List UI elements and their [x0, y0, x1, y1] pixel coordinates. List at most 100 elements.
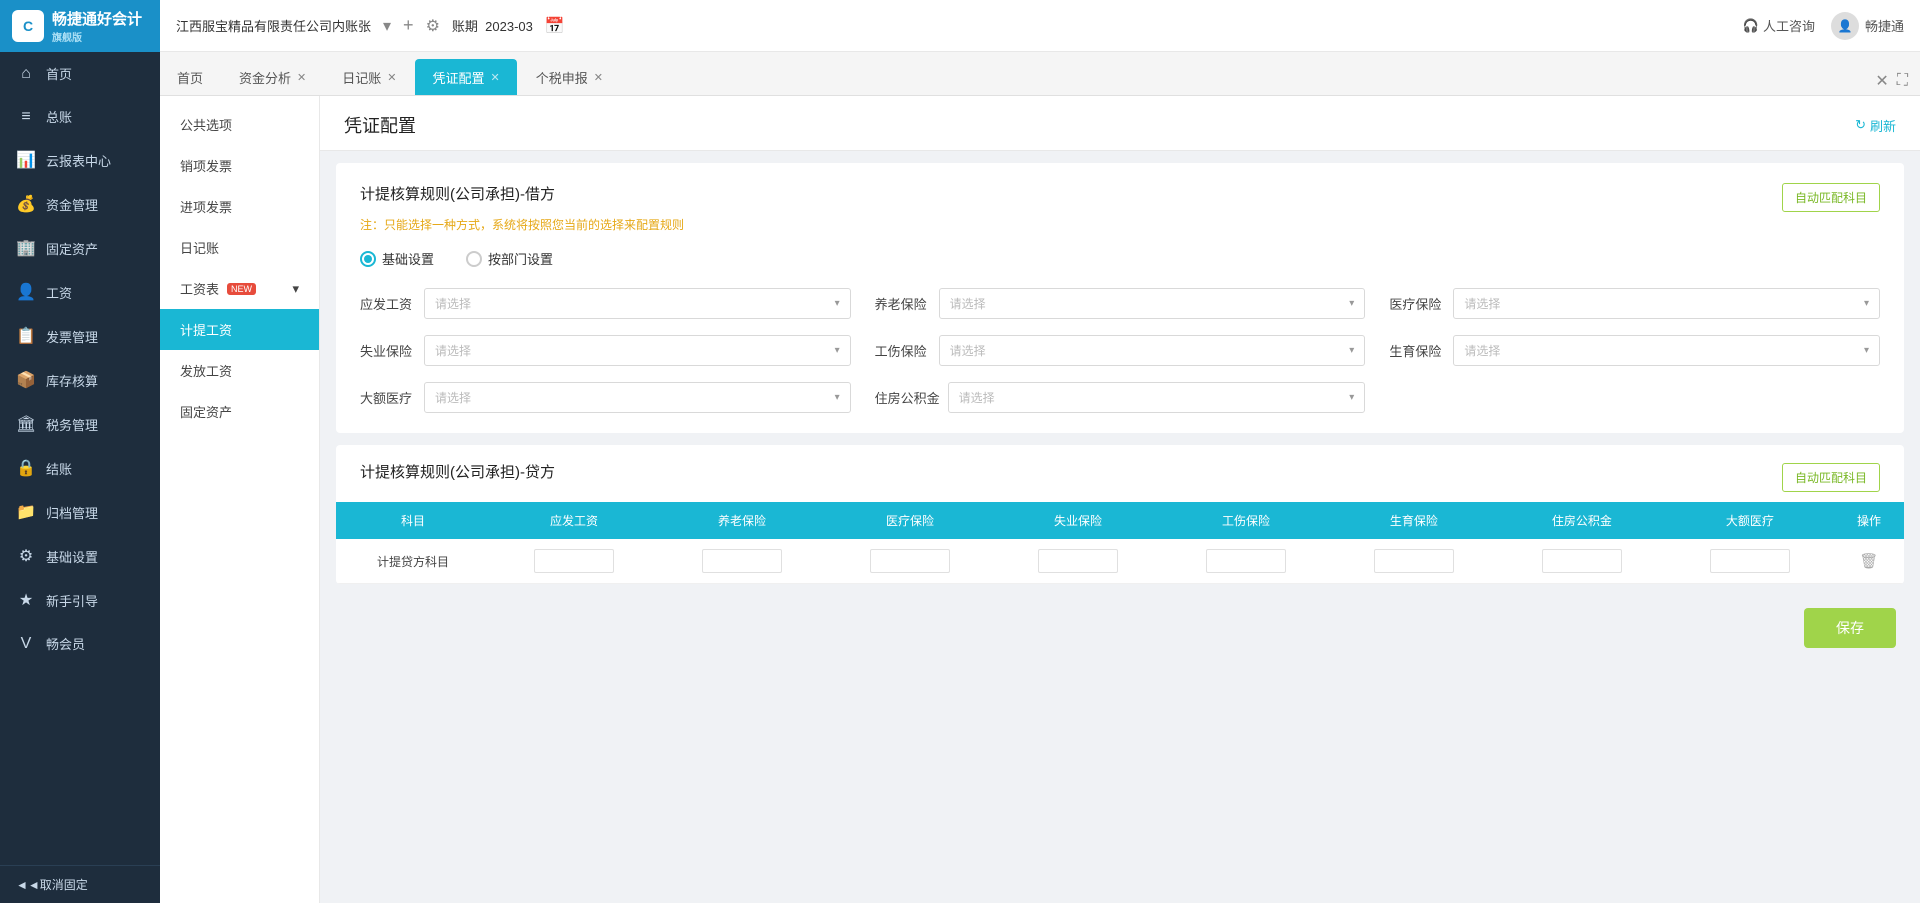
close-tab-icon[interactable]: ✕	[1875, 71, 1888, 91]
input-shiye[interactable]	[1038, 549, 1118, 573]
sub-item-calc-salary[interactable]: 计提工资	[160, 309, 319, 350]
tab-tax[interactable]: 个税申报 ✕	[519, 59, 620, 95]
sidebar-item-archive[interactable]: 📁 归档管理	[0, 490, 160, 534]
select-daeliao[interactable]: 请选择 ▾	[424, 382, 851, 413]
input-yiliao[interactable]	[870, 549, 950, 573]
sub-item-sales-invoice[interactable]: 销项发票	[160, 145, 319, 186]
dropdown-icon[interactable]: ▾	[383, 16, 391, 36]
unpin-button[interactable]: ◄◄取消固定	[0, 865, 160, 903]
tab-voucher-config-close[interactable]: ✕	[491, 71, 500, 84]
sidebar-item-assets[interactable]: 🏢 固定资产	[0, 226, 160, 270]
sidebar-item-ledger[interactable]: ≡ 总账	[0, 95, 160, 138]
tab-capital[interactable]: 资金分析 ✕	[222, 59, 323, 95]
cell-gongshang[interactable]	[1162, 539, 1330, 584]
sub-item-pay-salary[interactable]: 发放工资	[160, 350, 319, 391]
tab-tax-close[interactable]: ✕	[594, 71, 603, 84]
page-content: 凭证配置 ↻ 刷新 计提核算规则(公司承担)-借方 注：只能选择一种方式，系统将…	[320, 96, 1920, 903]
input-gongshang[interactable]	[1206, 549, 1286, 573]
tab-capital-close[interactable]: ✕	[297, 71, 306, 84]
sidebar-item-reports[interactable]: 📊 云报表中心	[0, 138, 160, 182]
content-area: 公共选项 销项发票 进项发票 日记账 工资表 NEW ▾ 计提工资	[160, 96, 1920, 903]
radio-dept-label: 按部门设置	[488, 249, 553, 268]
expand-icon[interactable]: ⛶	[1897, 72, 1908, 90]
cell-zhufang[interactable]	[1498, 539, 1666, 584]
select-shengyu[interactable]: 请选择 ▾	[1453, 335, 1880, 366]
sidebar-item-guide[interactable]: ★ 新手引导	[0, 578, 160, 622]
select-yiliao[interactable]: 请选择 ▾	[1453, 288, 1880, 319]
select-shiye[interactable]: 请选择 ▾	[424, 335, 851, 366]
sidebar-item-invoice[interactable]: 📋 发票管理	[0, 314, 160, 358]
tab-voucher-config[interactable]: 凭证配置 ✕	[415, 59, 516, 95]
input-daeliao[interactable]	[1710, 549, 1790, 573]
cell-subject-label: 计提贷方科目	[336, 539, 490, 584]
th-yiliao: 医疗保险	[826, 502, 994, 539]
select-yingfa[interactable]: 请选择 ▾	[424, 288, 851, 319]
tab-home[interactable]: 首页	[160, 59, 220, 95]
th-gongshang: 工伤保险	[1162, 502, 1330, 539]
cell-yanglao[interactable]	[658, 539, 826, 584]
input-yanglao[interactable]	[702, 549, 782, 573]
sub-item-purchase-invoice[interactable]: 进项发票	[160, 186, 319, 227]
sub-item-common-label: 公共选项	[180, 118, 232, 133]
sidebar-item-label: 基础设置	[46, 547, 98, 566]
sidebar-item-label: 首页	[46, 64, 72, 83]
debit-form-row-3: 大额医疗 请选择 ▾ 住房公积金 请选择 ▾	[360, 382, 1880, 413]
cell-yiliao[interactable]	[826, 539, 994, 584]
cell-shiye[interactable]	[994, 539, 1162, 584]
input-yingfa[interactable]	[534, 549, 614, 573]
select-zhufang[interactable]: 请选择 ▾	[948, 382, 1366, 413]
sub-item-journal[interactable]: 日记账	[160, 227, 319, 268]
radio-dept[interactable]: 按部门设置	[466, 249, 553, 268]
radio-basic[interactable]: 基础设置	[360, 249, 434, 268]
form-item-daeliao: 大额医疗 请选择 ▾	[360, 382, 851, 413]
sidebar-item-label: 资金管理	[46, 195, 98, 214]
sub-item-salary-table[interactable]: 工资表 NEW ▾	[160, 268, 319, 309]
select-yanglao[interactable]: 请选择 ▾	[939, 288, 1366, 319]
settings-icon: ⚙	[16, 546, 36, 566]
sidebar-item-label: 新手引导	[46, 591, 98, 610]
topbar-right: 🎧 人工咨询 👤 畅捷通	[1743, 12, 1904, 40]
tab-journal[interactable]: 日记账 ✕	[325, 59, 413, 95]
chevron-daeliao-icon: ▾	[835, 392, 840, 403]
tab-tax-label: 个税申报	[536, 68, 588, 87]
th-subject: 科目	[336, 502, 490, 539]
tab-journal-close[interactable]: ✕	[387, 71, 396, 84]
th-action: 操作	[1834, 502, 1904, 539]
debit-auto-match-button[interactable]: 自动匹配科目	[1782, 183, 1880, 212]
input-zhufang[interactable]	[1542, 549, 1622, 573]
delete-row-icon[interactable]: 🗑	[1859, 553, 1878, 570]
radio-basic-circle	[360, 251, 376, 267]
select-yingfa-placeholder: 请选择	[435, 295, 471, 312]
archive-icon: 📁	[16, 502, 36, 522]
sidebar-item-close[interactable]: 🔒 结账	[0, 446, 160, 490]
sidebar-item-tax[interactable]: 🏛 税务管理	[0, 402, 160, 446]
user-button[interactable]: 👤 畅捷通	[1831, 12, 1904, 40]
input-shengyu[interactable]	[1374, 549, 1454, 573]
sub-item-common[interactable]: 公共选项	[160, 104, 319, 145]
cell-daeliao[interactable]	[1666, 539, 1834, 584]
calendar-icon[interactable]: 📅	[545, 16, 565, 36]
sidebar-item-member[interactable]: V 畅会员	[0, 622, 160, 665]
sidebar-item-inventory[interactable]: 📦 库存核算	[0, 358, 160, 402]
sidebar-item-label: 云报表中心	[46, 151, 111, 170]
service-button[interactable]: 🎧 人工咨询	[1743, 16, 1815, 35]
select-gongshang[interactable]: 请选择 ▾	[939, 335, 1366, 366]
cell-action[interactable]: 🗑	[1834, 539, 1904, 584]
cell-yingfa[interactable]	[490, 539, 658, 584]
sub-item-fixed-assets[interactable]: 固定资产	[160, 391, 319, 432]
settings-icon[interactable]: ⚙	[426, 16, 440, 36]
credit-section: 计提核算规则(公司承担)-贷方 自动匹配科目 科目 应发工资 养老保险 医疗保险…	[336, 445, 1904, 584]
add-icon[interactable]: +	[403, 15, 414, 36]
credit-auto-match-button[interactable]: 自动匹配科目	[1782, 463, 1880, 492]
sidebar-item-settings[interactable]: ⚙ 基础设置	[0, 534, 160, 578]
sidebar-item-home[interactable]: ⌂ 首页	[0, 52, 160, 95]
refresh-button[interactable]: ↻ 刷新	[1855, 116, 1896, 135]
form-item-yingfa: 应发工资 请选择 ▾	[360, 288, 851, 319]
th-shiye: 失业保险	[994, 502, 1162, 539]
form-item-yanglao: 养老保险 请选择 ▾	[875, 288, 1366, 319]
cell-shengyu[interactable]	[1330, 539, 1498, 584]
save-button[interactable]: 保存	[1804, 608, 1896, 648]
sidebar-item-capital[interactable]: 💰 资金管理	[0, 182, 160, 226]
tab-capital-label: 资金分析	[239, 68, 291, 87]
sidebar-item-salary[interactable]: 👤 工资	[0, 270, 160, 314]
